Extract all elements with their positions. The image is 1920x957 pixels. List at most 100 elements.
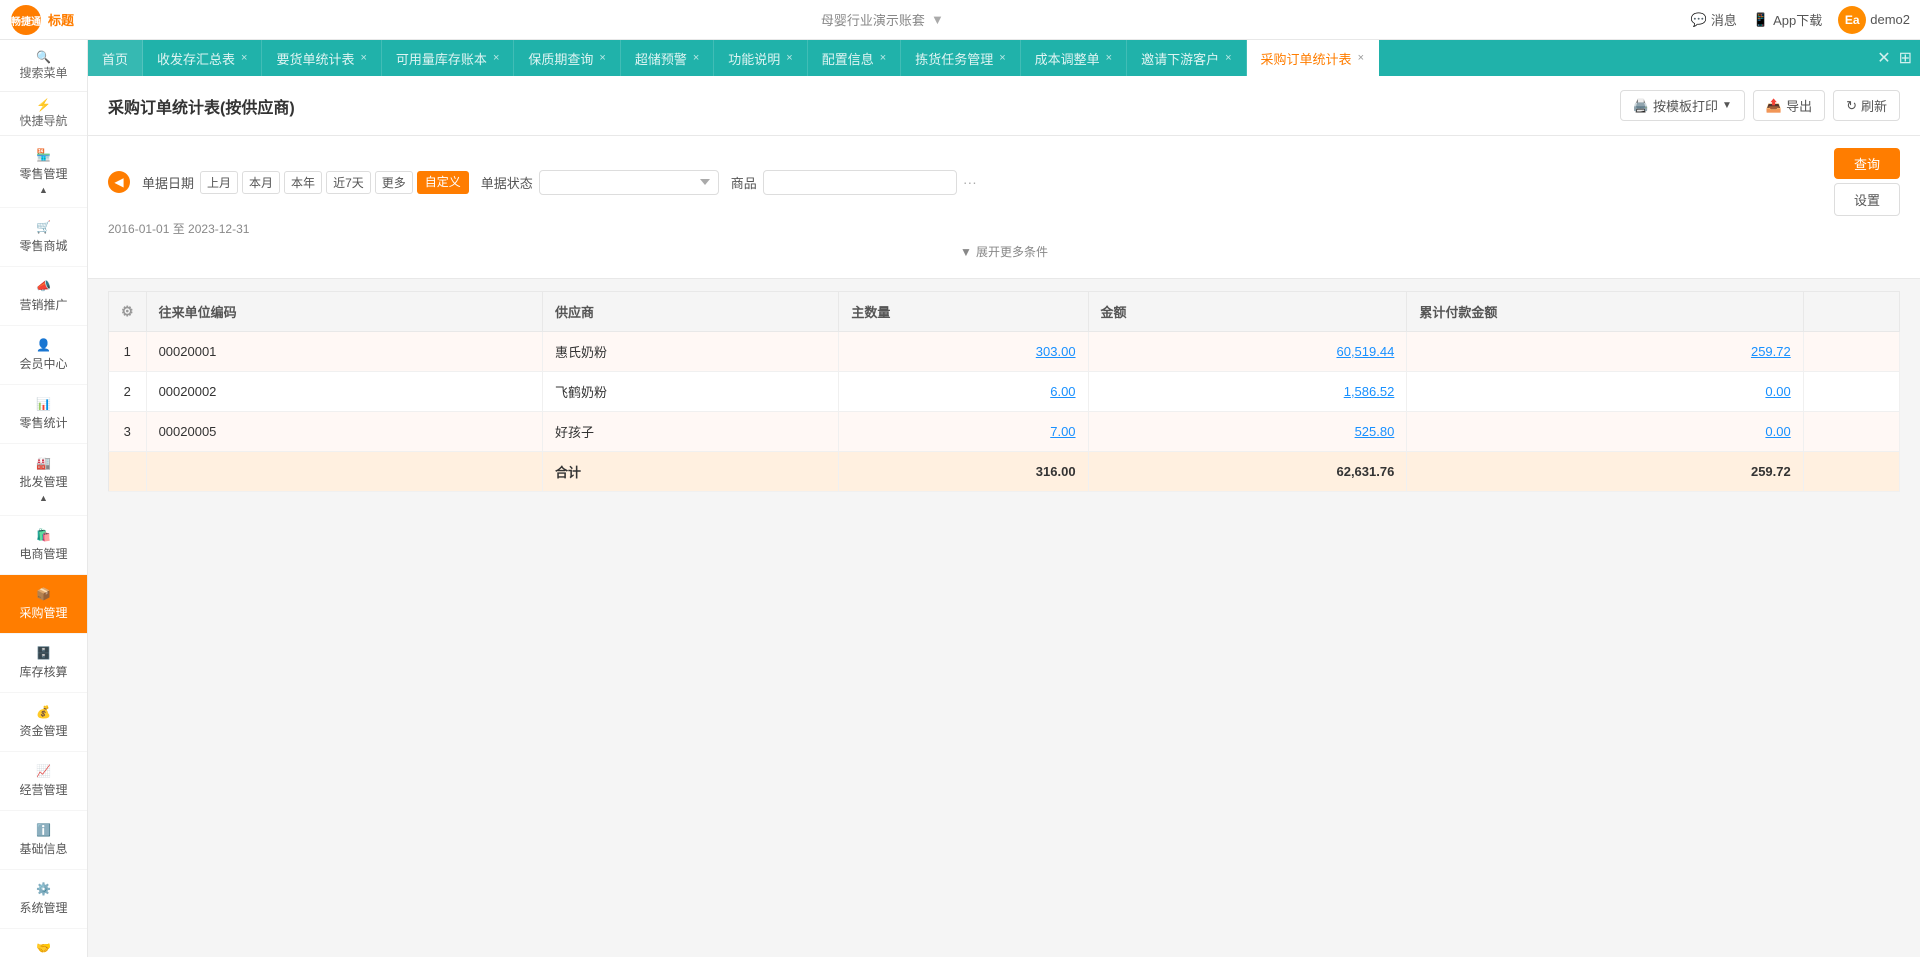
sidebar-item-retail-mall[interactable]: 🛒 零售商城 bbox=[0, 208, 87, 267]
refresh-label: 刷新 bbox=[1861, 96, 1887, 115]
sidebar-quick-nav-label: 快捷导航 bbox=[0, 112, 87, 129]
top-bar: 畅捷通 标题 母婴行业演示账套 ▼ 💬 消息 📱 App下载 Ea demo2 bbox=[0, 0, 1920, 40]
tab-goods-stats[interactable]: 要货单统计表 × bbox=[262, 40, 381, 76]
sidebar-item-enterprise[interactable]: 🤝 企业协同 bbox=[0, 929, 87, 957]
tab-receive-send[interactable]: 收发存汇总表 × bbox=[143, 40, 262, 76]
amount-link-2[interactable]: 1,586.52 bbox=[1344, 384, 1395, 399]
tab-receive-send-close[interactable]: × bbox=[241, 52, 247, 64]
app-label: App下载 bbox=[1773, 10, 1822, 29]
tab-purchase-order-stats-label: 采购订单统计表 bbox=[1261, 49, 1352, 68]
export-button[interactable]: 📤 导出 bbox=[1753, 90, 1825, 121]
filter-collapse-button[interactable]: ◀ bbox=[108, 171, 130, 193]
date-range-display: 2016-01-01 至 2023-12-31 bbox=[108, 220, 1900, 237]
sidebar-item-inventory-label: 库存核算 bbox=[19, 663, 67, 680]
sidebar-item-wholesale[interactable]: 🏭 批发管理 ▲ bbox=[0, 444, 87, 516]
tab-goods-stats-close[interactable]: × bbox=[360, 52, 366, 64]
shortcut-7days[interactable]: 近7天 bbox=[326, 171, 371, 194]
tab-purchase-order-stats-close[interactable]: × bbox=[1358, 52, 1364, 64]
tab-home[interactable]: 首页 bbox=[88, 40, 143, 76]
tab-purchase-order-stats[interactable]: 采购订单统计表 × bbox=[1247, 40, 1379, 76]
sidebar-item-retail-mgmt-label: 零售管理 bbox=[19, 165, 67, 182]
tabs-expand-icon[interactable]: ⊞ bbox=[1899, 48, 1912, 68]
shortcut-last-month[interactable]: 上月 bbox=[200, 171, 238, 194]
tab-pick-task-label: 拣货任务管理 bbox=[915, 49, 993, 68]
tab-invite-downstream-close[interactable]: × bbox=[1225, 52, 1231, 64]
sidebar-item-retail-mgmt[interactable]: 🏪 零售管理 ▲ bbox=[0, 136, 87, 208]
date-shortcuts: 上月 本月 本年 近7天 更多 自定义 bbox=[200, 171, 469, 194]
tab-cost-adjust-close[interactable]: × bbox=[1106, 52, 1112, 64]
tab-pick-task-close[interactable]: × bbox=[999, 52, 1005, 64]
expand-more-button[interactable]: ▼ 展开更多条件 bbox=[108, 237, 1900, 266]
svg-text:畅捷通: 畅捷通 bbox=[11, 15, 41, 28]
tab-overstock-close[interactable]: × bbox=[693, 52, 699, 64]
template-print-button[interactable]: 🖨️ 按模板打印 ▼ bbox=[1620, 90, 1745, 121]
sidebar-item-basic-info[interactable]: ℹ️ 基础信息 bbox=[0, 811, 87, 870]
sidebar-item-purchase[interactable]: 📦 采购管理 bbox=[0, 575, 87, 634]
sidebar-item-system[interactable]: ⚙️ 系统管理 bbox=[0, 870, 87, 929]
refresh-button[interactable]: ↻ 刷新 bbox=[1833, 90, 1900, 121]
app-download-btn[interactable]: 📱 App下载 bbox=[1753, 10, 1822, 29]
qty-link-1[interactable]: 303.00 bbox=[1036, 344, 1076, 359]
shortcut-this-month[interactable]: 本月 bbox=[242, 171, 280, 194]
sidebar-quick-nav[interactable]: ⚡ 快捷导航 bbox=[0, 92, 87, 136]
qty-link-3[interactable]: 7.00 bbox=[1050, 424, 1075, 439]
sidebar-item-operation[interactable]: 📈 经营管理 bbox=[0, 752, 87, 811]
sidebar-item-ecom-label: 电商管理 bbox=[19, 545, 67, 562]
cell-qty-1: 303.00 bbox=[839, 332, 1088, 372]
tab-pick-task[interactable]: 拣货任务管理 × bbox=[901, 40, 1020, 76]
page-content: 采购订单统计表(按供应商) 🖨️ 按模板打印 ▼ 📤 导出 ↻ 刷新 bbox=[88, 76, 1920, 957]
sidebar-item-inventory[interactable]: 🗄️ 库存核算 bbox=[0, 634, 87, 693]
tab-function-desc[interactable]: 功能说明 × bbox=[714, 40, 807, 76]
logo-text: 标题 bbox=[48, 10, 74, 29]
goods-more-icon[interactable]: ··· bbox=[963, 174, 977, 190]
sidebar-item-member-label: 会员中心 bbox=[19, 355, 67, 372]
tab-cost-adjust[interactable]: 成本调整单 × bbox=[1021, 40, 1127, 76]
paid-link-3[interactable]: 0.00 bbox=[1765, 424, 1790, 439]
tab-function-desc-label: 功能说明 bbox=[728, 49, 780, 68]
amount-link-1[interactable]: 60,519.44 bbox=[1336, 344, 1394, 359]
footer-empty-1 bbox=[109, 452, 147, 492]
query-button[interactable]: 查询 bbox=[1834, 148, 1900, 179]
retail-mgmt-icon: 🏪 bbox=[36, 148, 51, 162]
column-settings-icon[interactable]: ⚙ bbox=[121, 303, 134, 319]
user-area[interactable]: Ea demo2 bbox=[1838, 6, 1910, 34]
sidebar-item-finance[interactable]: 💰 资金管理 bbox=[0, 693, 87, 752]
tab-invite-downstream[interactable]: 邀请下游客户 × bbox=[1127, 40, 1246, 76]
tabs-close-icon[interactable]: ✕ bbox=[1877, 48, 1890, 68]
shortcut-more[interactable]: 更多 bbox=[375, 171, 413, 194]
sidebar-item-ecom[interactable]: 🛍️ 电商管理 bbox=[0, 516, 87, 575]
table-row: 3 00020005 好孩子 7.00 525.80 0.00 bbox=[109, 412, 1900, 452]
settings-button[interactable]: 设置 bbox=[1834, 183, 1900, 216]
tab-expiry-query[interactable]: 保质期查询 × bbox=[514, 40, 620, 76]
goods-filter-input[interactable] bbox=[763, 170, 957, 195]
paid-link-2[interactable]: 0.00 bbox=[1765, 384, 1790, 399]
shortcut-this-year[interactable]: 本年 bbox=[284, 171, 322, 194]
status-filter-select[interactable] bbox=[539, 170, 719, 195]
qty-link-2[interactable]: 6.00 bbox=[1050, 384, 1075, 399]
tab-config-info-close[interactable]: × bbox=[880, 52, 886, 64]
breadcrumb-text: 母婴行业演示账套 bbox=[821, 10, 925, 29]
message-btn[interactable]: 💬 消息 bbox=[1691, 10, 1737, 29]
tab-overstock[interactable]: 超储预警 × bbox=[621, 40, 714, 76]
paid-link-1[interactable]: 259.72 bbox=[1751, 344, 1791, 359]
page-header-actions: 🖨️ 按模板打印 ▼ 📤 导出 ↻ 刷新 bbox=[1620, 90, 1900, 135]
sidebar-item-marketing[interactable]: 📣 营销推广 bbox=[0, 267, 87, 326]
custom-date-tag[interactable]: 自定义 bbox=[417, 171, 469, 194]
export-icon: 📤 bbox=[1766, 98, 1782, 114]
tab-available-inventory-close[interactable]: × bbox=[493, 52, 499, 64]
tab-config-info[interactable]: 配置信息 × bbox=[808, 40, 901, 76]
sidebar-item-retail-mall-label: 零售商城 bbox=[19, 237, 67, 254]
goods-filter-label: 商品 bbox=[731, 173, 757, 192]
amount-link-3[interactable]: 525.80 bbox=[1355, 424, 1395, 439]
sidebar-search[interactable]: 🔍 搜索菜单 bbox=[0, 40, 87, 92]
tab-function-desc-close[interactable]: × bbox=[786, 52, 792, 64]
tab-expiry-query-close[interactable]: × bbox=[599, 52, 605, 64]
tab-available-inventory[interactable]: 可用量库存账本 × bbox=[382, 40, 514, 76]
logo-area: 畅捷通 标题 bbox=[10, 4, 74, 36]
sidebar-item-member[interactable]: 👤 会员中心 bbox=[0, 326, 87, 385]
sidebar-item-retail-stats[interactable]: 📊 零售统计 bbox=[0, 385, 87, 444]
cell-supplier-1: 惠氏奶粉 bbox=[542, 332, 838, 372]
footer-qty: 316.00 bbox=[839, 452, 1088, 492]
tab-goods-stats-label: 要货单统计表 bbox=[276, 49, 354, 68]
breadcrumb-dropdown-icon[interactable]: ▼ bbox=[931, 12, 944, 27]
